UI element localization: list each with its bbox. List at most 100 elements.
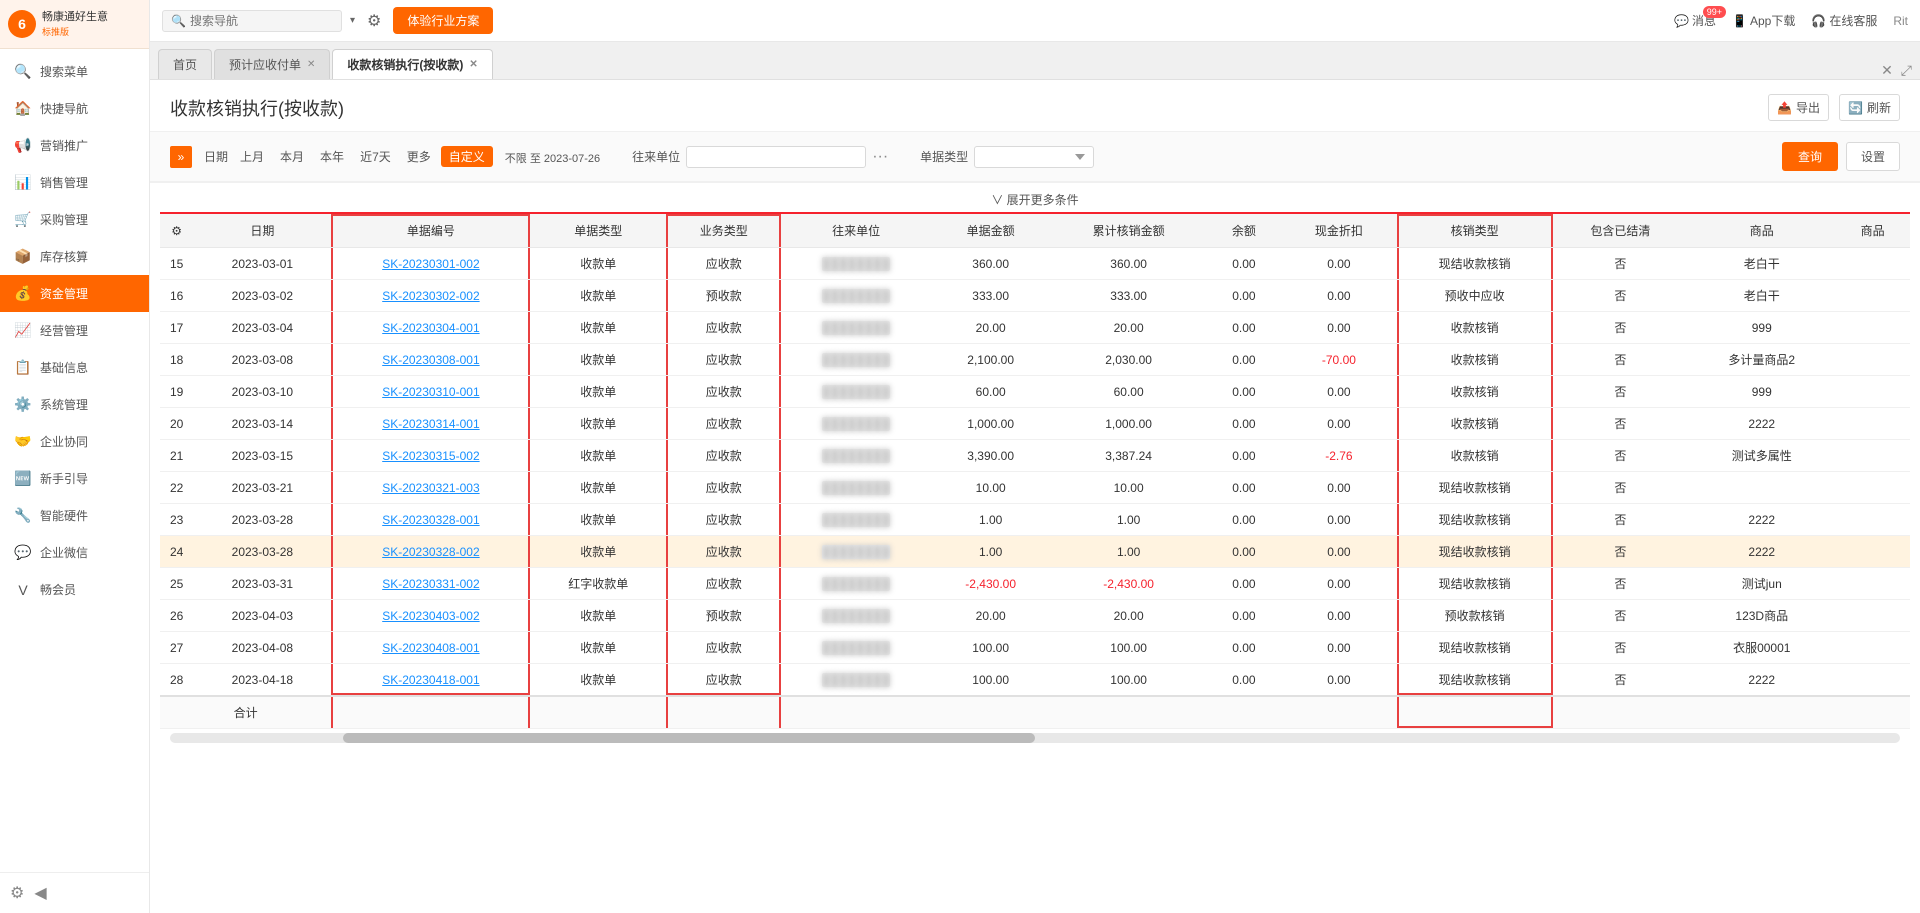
- bill-no-link[interactable]: SK-20230328-002: [382, 545, 479, 559]
- sidebar-item-purchase[interactable]: 🛒采购管理: [0, 201, 149, 238]
- app-download-button[interactable]: 📱 App下载: [1732, 12, 1795, 29]
- date-filter-label: 日期: [204, 148, 228, 165]
- this-month-btn[interactable]: 本月: [274, 146, 310, 167]
- row-no: 24: [160, 536, 193, 568]
- sidebar-item-sales[interactable]: 📊销售管理: [0, 164, 149, 201]
- sidebar-item-basic[interactable]: 📋基础信息: [0, 349, 149, 386]
- sidebar-item-inventory[interactable]: 📦库存核算: [0, 238, 149, 275]
- tab-pre-receipt-close[interactable]: ✕: [307, 59, 315, 70]
- row-product: 2222: [1688, 664, 1835, 697]
- export-button[interactable]: 📤 导出: [1768, 94, 1829, 121]
- settings-filter-button[interactable]: 设置: [1846, 142, 1900, 171]
- sidebar-icon-marketing: 📢: [14, 137, 32, 154]
- sidebar-item-marketing[interactable]: 📢营销推广: [0, 127, 149, 164]
- bill-no-link[interactable]: SK-20230308-001: [382, 353, 479, 367]
- row-balance: 0.00: [1207, 504, 1282, 536]
- tab-pre-receipt[interactable]: 预计应收付单 ✕: [214, 49, 330, 79]
- refresh-button[interactable]: 🔄 刷新: [1839, 94, 1900, 121]
- sidebar-item-system[interactable]: ⚙️系统管理: [0, 386, 149, 423]
- partner-input[interactable]: [686, 146, 866, 168]
- row-date: 2023-03-10: [193, 376, 331, 408]
- custom-date-btn[interactable]: 自定义: [441, 146, 493, 167]
- partner-more-btn[interactable]: ···: [872, 148, 888, 166]
- search-input[interactable]: [190, 14, 320, 28]
- bill-no-link[interactable]: SK-20230403-002: [382, 609, 479, 623]
- row-date: 2023-03-28: [193, 504, 331, 536]
- horizontal-scrollbar[interactable]: [170, 733, 1900, 743]
- table-row: 18 2023-03-08 SK-20230308-001 收款单 应收款 ██…: [160, 344, 1910, 376]
- row-bill-type: 收款单: [530, 504, 666, 536]
- sidebar: 6 畅康通好生意 标推版 🔍搜索菜单🏠快捷导航📢营销推广📊销售管理🛒采购管理📦库…: [0, 0, 150, 913]
- tab-receipt-exec[interactable]: 收款核销执行(按收款) ✕: [332, 49, 492, 79]
- tab-home[interactable]: 首页: [158, 49, 212, 79]
- row-date: 2023-03-01: [193, 248, 331, 280]
- sidebar-icon-basic: 📋: [14, 359, 32, 376]
- row-cash-discount: -70.00: [1281, 344, 1396, 376]
- phone-icon: 📱: [1732, 14, 1747, 28]
- topbar-dropdown-icon[interactable]: ▾: [350, 15, 355, 26]
- row-product2: [1835, 664, 1910, 697]
- row-amount: 360.00: [931, 248, 1051, 280]
- sidebar-item-member[interactable]: V畅会员: [0, 571, 149, 608]
- row-writeoff-type: 现结收款核销: [1397, 568, 1553, 600]
- messages-button[interactable]: 💬 消息 99+: [1674, 12, 1716, 29]
- bill-no-link[interactable]: SK-20230302-002: [382, 289, 479, 303]
- row-amount: 20.00: [931, 312, 1051, 344]
- sidebar-icon-inventory: 📦: [14, 248, 32, 265]
- row-product: 123D商品: [1688, 600, 1835, 632]
- col-gear[interactable]: ⚙: [160, 213, 193, 248]
- bill-no-link[interactable]: SK-20230304-001: [382, 321, 479, 335]
- row-biz-type: 应收款: [666, 344, 781, 376]
- sidebar-item-search-menu[interactable]: 🔍搜索菜单: [0, 53, 149, 90]
- row-total-writeoff: 1.00: [1051, 536, 1207, 568]
- more-date-btn[interactable]: 更多: [401, 146, 437, 167]
- row-include-settled: 否: [1553, 312, 1689, 344]
- settings-icon[interactable]: ⚙: [10, 883, 24, 903]
- sidebar-item-operation[interactable]: 📈经营管理: [0, 312, 149, 349]
- row-no: 15: [160, 248, 193, 280]
- sidebar-label-wechat: 企业微信: [40, 544, 88, 561]
- sidebar-item-quick-nav[interactable]: 🏠快捷导航: [0, 90, 149, 127]
- sidebar-label-enterprise: 企业协同: [40, 433, 88, 450]
- query-button[interactable]: 查询: [1782, 142, 1838, 171]
- topbar-gear-icon[interactable]: ⚙: [367, 11, 381, 31]
- row-product: [1688, 472, 1835, 504]
- table-row: 25 2023-03-31 SK-20230331-002 红字收款单 应收款 …: [160, 568, 1910, 600]
- sidebar-item-hardware[interactable]: 🔧智能硬件: [0, 497, 149, 534]
- bill-no-link[interactable]: SK-20230331-002: [382, 577, 479, 591]
- sidebar-label-purchase: 采购管理: [40, 211, 88, 228]
- sidebar-item-finance[interactable]: 💰资金管理: [0, 275, 149, 312]
- sidebar-item-enterprise[interactable]: 🤝企业协同: [0, 423, 149, 460]
- bill-no-link[interactable]: SK-20230314-001: [382, 417, 479, 431]
- bill-no-link[interactable]: SK-20230418-001: [382, 673, 479, 687]
- col-partner: 往来单位: [781, 213, 930, 248]
- bill-no-link[interactable]: SK-20230408-001: [382, 641, 479, 655]
- online-service-button[interactable]: 🎧 在线客服: [1811, 12, 1877, 29]
- headset-icon: 🎧: [1811, 14, 1826, 28]
- filter-toggle-button[interactable]: »: [170, 146, 192, 168]
- row-product: 衣服00001: [1688, 632, 1835, 664]
- last-7days-btn[interactable]: 近7天: [354, 146, 397, 167]
- sidebar-item-wechat[interactable]: 💬企业微信: [0, 534, 149, 571]
- collapse-icon[interactable]: ◀: [34, 883, 46, 903]
- bill-no-link[interactable]: SK-20230321-003: [382, 481, 479, 495]
- last-month-btn[interactable]: 上月: [234, 146, 270, 167]
- row-partner: ████████: [781, 280, 930, 312]
- voucher-type-select[interactable]: [974, 146, 1094, 168]
- tab-close-all-icon[interactable]: ✕: [1881, 62, 1893, 79]
- sidebar-item-guide[interactable]: 🆕新手引导: [0, 460, 149, 497]
- search-box[interactable]: 🔍: [162, 10, 342, 32]
- bill-no-link[interactable]: SK-20230310-001: [382, 385, 479, 399]
- bill-no-link[interactable]: SK-20230315-002: [382, 449, 479, 463]
- this-year-btn[interactable]: 本年: [314, 146, 350, 167]
- solution-button[interactable]: 体验行业方案: [393, 7, 493, 34]
- bill-no-link[interactable]: SK-20230328-001: [382, 513, 479, 527]
- row-biz-type: 预收款: [666, 280, 781, 312]
- tab-receipt-exec-close[interactable]: ✕: [469, 59, 477, 70]
- bill-no-link[interactable]: SK-20230301-002: [382, 257, 479, 271]
- expand-more-btn[interactable]: ∨ 展开更多条件: [991, 187, 1078, 212]
- row-partner: ████████: [781, 664, 930, 697]
- partner-value: ████████: [822, 353, 890, 367]
- tab-expand-icon[interactable]: ⤢: [1901, 62, 1912, 79]
- scrollbar-thumb[interactable]: [343, 733, 1035, 743]
